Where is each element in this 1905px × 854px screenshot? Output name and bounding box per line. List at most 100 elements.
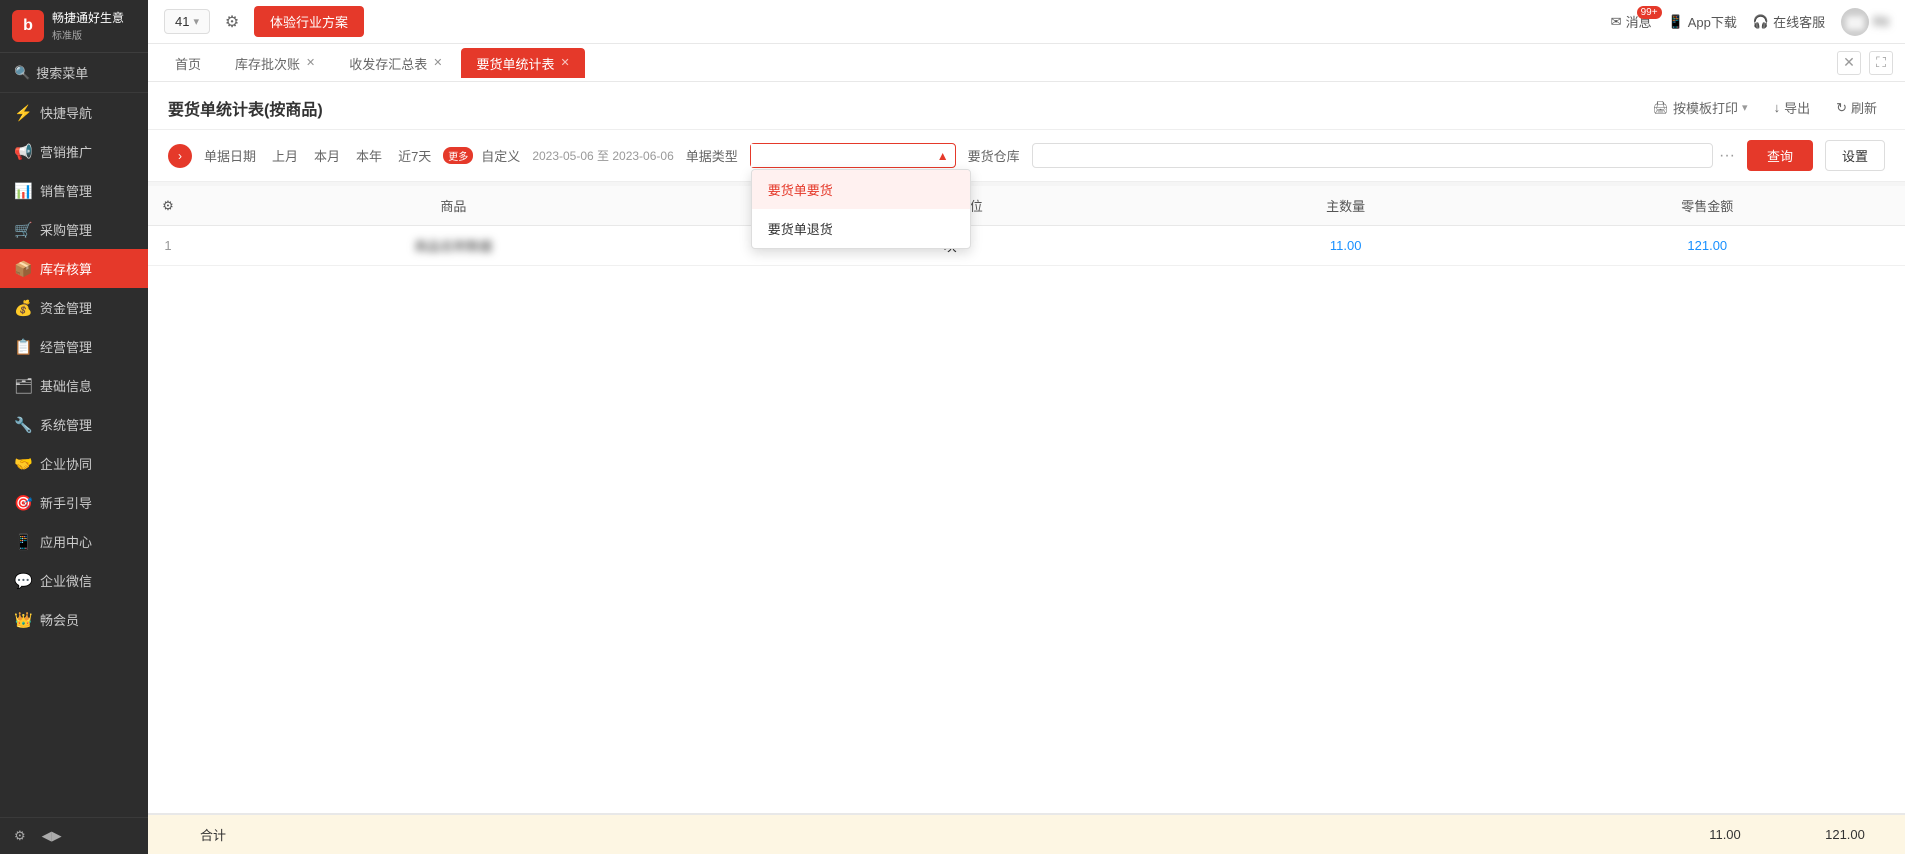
store-selector[interactable]: 41 ▾ xyxy=(164,9,210,34)
tab-requisition-stats-close[interactable]: ✕ xyxy=(561,58,570,69)
tab-inventory-batch-close[interactable]: ✕ xyxy=(306,58,315,69)
refresh-icon: ↻ xyxy=(1836,100,1847,116)
tab-receive-send-summary[interactable]: 收发存汇总表 ✕ xyxy=(334,48,457,78)
filter-expand-button[interactable]: › xyxy=(168,144,192,168)
refresh-button[interactable]: ↻ 刷新 xyxy=(1828,94,1885,121)
date-last-7-days-button[interactable]: 近7天 xyxy=(394,144,435,167)
warehouse-label: 要货仓库 xyxy=(968,146,1020,165)
date-last-month-button[interactable]: 上月 xyxy=(268,144,302,167)
table-col-product: 商品 xyxy=(188,186,719,226)
sidebar-item-inventory[interactable]: 📦 库存核算 xyxy=(0,249,148,288)
query-button[interactable]: 查询 xyxy=(1747,140,1813,171)
warehouse-input[interactable] xyxy=(1032,143,1713,168)
sidebar-item-label: 系统管理 xyxy=(40,415,92,434)
export-button[interactable]: ↓ 导出 xyxy=(1766,94,1819,121)
export-icon: ↓ xyxy=(1774,100,1781,115)
sidebar-item-system[interactable]: 🔧 系统管理 xyxy=(0,405,148,444)
summary-empty-col xyxy=(148,814,188,854)
search-icon: 🔍 xyxy=(14,65,30,81)
app-download-label: App下载 xyxy=(1688,12,1737,31)
date-custom-button[interactable]: 自定义 xyxy=(481,146,520,165)
summary-label: 合计 xyxy=(188,814,1545,854)
sidebar-item-label: 应用中心 xyxy=(40,532,92,551)
row-quantity[interactable]: 11.00 xyxy=(1182,226,1510,266)
sidebar-item-purchase[interactable]: 🛒 采购管理 xyxy=(0,210,148,249)
tabs-actions: ✕ ⛶ xyxy=(1837,51,1893,75)
table-col-amount: 零售金额 xyxy=(1510,186,1905,226)
type-dropdown-menu: 要货单要货 要货单退货 xyxy=(751,169,971,249)
tabs-bar: 首页 库存批次账 ✕ 收发存汇总表 ✕ 要货单统计表 ✕ ✕ ⛶ xyxy=(148,44,1905,82)
finance-icon: 💰 xyxy=(14,299,32,317)
sidebar-item-label: 畅会员 xyxy=(40,610,79,629)
row-amount[interactable]: 121.00 xyxy=(1510,226,1905,266)
basic-icon: 🗂 xyxy=(14,377,32,395)
sidebar-menu: ⚡ 快捷导航 📢 营销推广 📊 销售管理 🛒 采购管理 📦 库存核算 💰 资金管… xyxy=(0,93,148,817)
dropdown-item-label: 要货单要货 xyxy=(768,183,833,198)
sidebar-item-label: 库存核算 xyxy=(40,259,92,278)
inventory-icon: 📦 xyxy=(14,260,32,278)
sidebar-item-label: 资金管理 xyxy=(40,298,92,317)
table-header-row: ⚙ 商品 主计量单位 主数量 零售金额 xyxy=(148,186,1905,226)
app-name-block: 畅捷通好生意 标准版 xyxy=(52,10,124,42)
tab-requisition-stats[interactable]: 要货单统计表 ✕ xyxy=(461,48,584,78)
table-col-quantity: 主数量 xyxy=(1182,186,1510,226)
sidebar-item-apps[interactable]: 📱 应用中心 xyxy=(0,522,148,561)
filter-more-button[interactable]: ··· xyxy=(1719,147,1735,165)
sidebar-item-membership[interactable]: 👑 畅会员 xyxy=(0,600,148,639)
summary-quantity: 11.00 xyxy=(1665,814,1785,854)
topbar-settings-button[interactable]: ⚙ xyxy=(218,8,246,36)
row-product: 商品名称数据 xyxy=(188,226,719,266)
sidebar-item-wechat[interactable]: 💬 企业微信 xyxy=(0,561,148,600)
sidebar-item-cooperation[interactable]: 🤝 企业协同 xyxy=(0,444,148,483)
maximize-button[interactable]: ⛶ xyxy=(1869,51,1893,75)
sidebar-item-label: 基础信息 xyxy=(40,376,92,395)
app-version: 标准版 xyxy=(52,27,124,42)
sidebar-item-operations[interactable]: 📋 经营管理 xyxy=(0,327,148,366)
sidebar-search-label: 搜索菜单 xyxy=(36,63,88,82)
sidebar-item-finance[interactable]: 💰 资金管理 xyxy=(0,288,148,327)
tab-receive-send-close[interactable]: ✕ xyxy=(433,58,442,69)
print-button[interactable]: 🖨 按模板打印 ▾ xyxy=(1645,94,1756,121)
topbar-right: ✉ 消息 99+ 📱 App下载 🎧 在线客服 ▓▓ Rit xyxy=(1611,8,1889,36)
dropdown-item-requisition-order[interactable]: 要货单要货 xyxy=(752,170,970,209)
tab-home-label: 首页 xyxy=(175,54,201,73)
sidebar-item-marketing[interactable]: 📢 营销推广 xyxy=(0,132,148,171)
type-select-input[interactable] xyxy=(751,144,931,167)
trial-button[interactable]: 体验行业方案 xyxy=(254,6,364,37)
sidebar-item-sales[interactable]: 📊 销售管理 xyxy=(0,171,148,210)
app-download-button[interactable]: 📱 App下载 xyxy=(1668,12,1737,31)
summary-table: 合计 11.00 121.00 xyxy=(148,813,1905,854)
sidebar-item-search[interactable]: 🔍 搜索菜单 xyxy=(0,53,148,93)
app-logo-icon: b xyxy=(12,10,44,42)
user-menu-button[interactable]: ▓▓ Rit xyxy=(1841,8,1889,36)
filter-bar: › 单据日期 上月 本月 本年 近7天 更多 自定义 2023-05-06 至 … xyxy=(148,130,1905,182)
apps-icon: 📱 xyxy=(14,533,32,551)
close-all-tabs-button[interactable]: ✕ xyxy=(1837,51,1861,75)
type-select-arrow[interactable]: ▲ xyxy=(931,145,955,167)
set-button[interactable]: 设置 xyxy=(1825,140,1885,171)
chevron-down-icon: ▾ xyxy=(193,15,199,28)
tab-home[interactable]: 首页 xyxy=(160,48,216,78)
online-service-button[interactable]: 🎧 在线客服 xyxy=(1753,12,1825,31)
sidebar-item-guide[interactable]: 🎯 新手引导 xyxy=(0,483,148,522)
date-this-year-button[interactable]: 本年 xyxy=(352,144,386,167)
table-col-settings[interactable]: ⚙ xyxy=(148,186,188,226)
sidebar-bottom: ⚙ ◀▶ xyxy=(0,817,148,854)
sidebar-collapse-button[interactable]: ◀▶ xyxy=(42,828,62,844)
type-label: 单据类型 xyxy=(686,146,738,165)
print-dropdown-icon: ▾ xyxy=(1742,101,1748,114)
download-icon: 📱 xyxy=(1668,14,1684,30)
sidebar-item-quick-nav[interactable]: ⚡ 快捷导航 xyxy=(0,93,148,132)
date-this-month-button[interactable]: 本月 xyxy=(310,144,344,167)
sidebar-settings-button[interactable]: ⚙ xyxy=(14,828,26,844)
messages-button[interactable]: ✉ 消息 99+ xyxy=(1611,12,1652,31)
print-icon: 🖨 xyxy=(1653,100,1670,116)
tab-inventory-batch[interactable]: 库存批次账 ✕ xyxy=(220,48,330,78)
sidebar-item-basic[interactable]: 🗂 基础信息 xyxy=(0,366,148,405)
date-more-badge[interactable]: 更多 xyxy=(443,147,473,164)
marketing-icon: 📢 xyxy=(14,143,32,161)
summary-unit-col xyxy=(1545,814,1665,854)
page-header: 要货单统计表(按商品) 🖨 按模板打印 ▾ ↓ 导出 ↻ 刷新 xyxy=(148,82,1905,130)
sidebar-item-label: 采购管理 xyxy=(40,220,92,239)
dropdown-item-requisition-return[interactable]: 要货单退货 xyxy=(752,209,970,248)
